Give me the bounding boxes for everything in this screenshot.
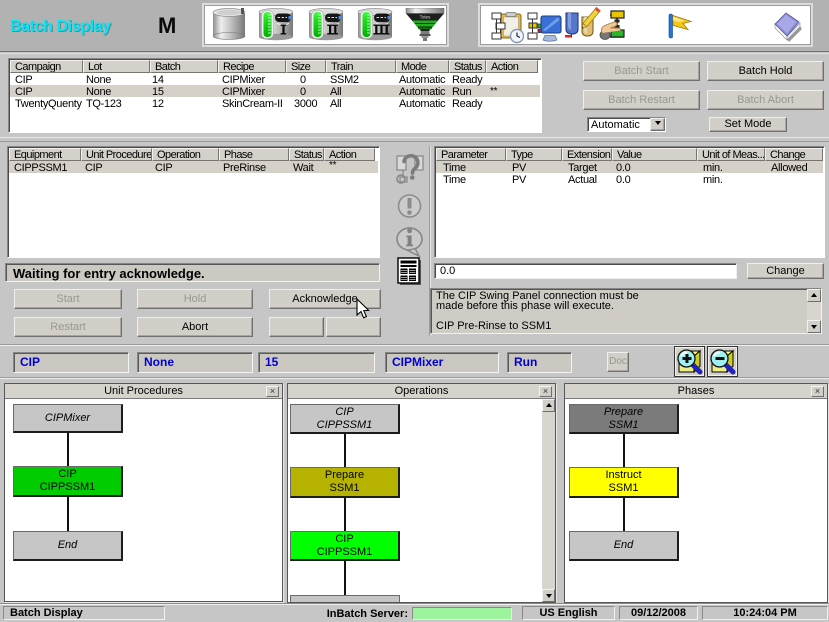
- svg-text:Totes: Totes: [420, 15, 432, 20]
